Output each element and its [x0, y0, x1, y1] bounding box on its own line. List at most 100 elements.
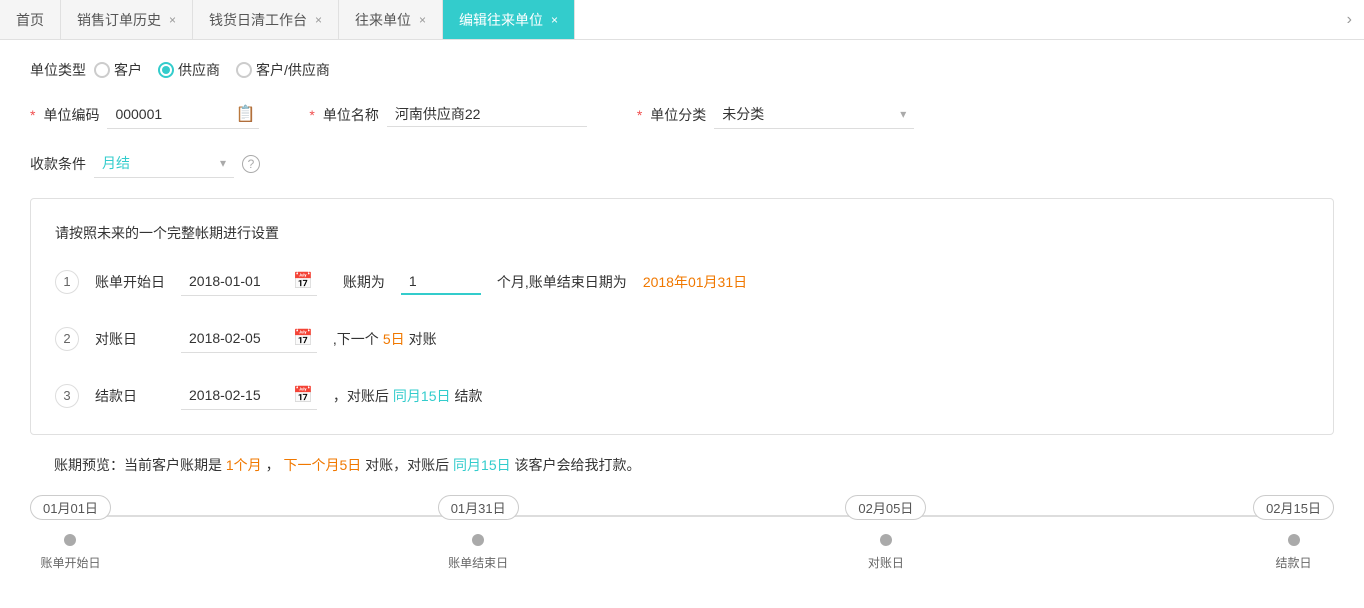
preview-sep2: 对账，对账后 — [365, 457, 449, 473]
calendar-icon-3[interactable]: 📅 — [293, 385, 313, 405]
calendar-icon-2[interactable]: 📅 — [293, 328, 313, 348]
setting-desc-3: ，对账后 同月15日 结款 — [333, 386, 483, 406]
timeline-tag-0: 01月01日 — [30, 495, 111, 520]
unit-info-row: * 单位编码 📋 * 单位名称 * 单位分类 未分类 ▾ — [30, 100, 1334, 129]
payment-condition-dropdown[interactable]: 月结 ▾ — [94, 149, 234, 178]
unit-category-required: * — [637, 107, 642, 123]
settings-title: 请按照未来的一个完整帐期进行设置 — [55, 223, 1309, 243]
timeline-node-1: 01月31日 账单结束日 — [438, 495, 519, 571]
tab-edit-partner-label: 编辑往来单位 — [459, 10, 543, 30]
tab-sales-history-close[interactable]: × — [169, 13, 176, 27]
date-input-2[interactable] — [189, 330, 289, 346]
timeline: 01月01日 账单开始日 01月31日 账单结束日 02月05日 对账日 02月… — [30, 495, 1334, 575]
setting-number-2: 2 — [55, 327, 79, 351]
unit-type-radio-group: 客户 供应商 客户/供应商 — [94, 60, 330, 80]
timeline-sublabel-1: 账单结束日 — [448, 554, 508, 571]
desc2-prefix: ,下一个 — [333, 329, 379, 349]
date-input-3[interactable] — [189, 387, 289, 403]
radio-both-circle — [236, 62, 252, 78]
unit-code-input[interactable] — [115, 106, 235, 122]
tab-home-label: 首页 — [16, 10, 44, 30]
setting-row-3: 3 结款日 📅 ，对账后 同月15日 结款 — [55, 381, 1309, 410]
radio-customer[interactable]: 客户 — [94, 60, 142, 80]
timeline-dot-1 — [472, 534, 484, 546]
unit-category-label: 单位分类 — [650, 105, 706, 125]
unit-name-field: * 单位名称 — [309, 102, 586, 127]
unit-name-required: * — [309, 107, 314, 123]
tab-cash-workbench-label: 钱货日清工作台 — [209, 10, 307, 30]
period-end-date: 2018年01月31日 — [643, 272, 747, 292]
date-input-wrap-3: 📅 — [181, 381, 317, 410]
setting-row-1: 1 账单开始日 📅 账期为 个月,账单结束日期为 2018年01月31日 — [55, 267, 1309, 296]
setting-row-2: 2 对账日 📅 ,下一个 5日 对账 — [55, 324, 1309, 353]
radio-supplier-label: 供应商 — [178, 60, 220, 80]
payment-condition-field: 收款条件 月结 ▾ ? — [30, 149, 260, 178]
payment-condition-row: 收款条件 月结 ▾ ? — [30, 149, 1334, 178]
radio-both[interactable]: 客户/供应商 — [236, 60, 330, 80]
payment-chevron-down-icon: ▾ — [220, 156, 226, 170]
unit-category-value: 未分类 — [722, 104, 894, 124]
unit-category-field: * 单位分类 未分类 ▾ — [637, 100, 914, 129]
timeline-tag-3: 02月15日 — [1253, 495, 1334, 520]
date-input-wrap-2: 📅 — [181, 324, 317, 353]
timeline-sublabel-2: 对账日 — [868, 554, 904, 571]
setting-label-3: 结款日 — [95, 386, 165, 406]
desc3-highlight: 同月15日 — [393, 386, 451, 406]
unit-code-field: * 单位编码 📋 — [30, 100, 259, 129]
period-label: 账期为 — [343, 272, 385, 292]
tab-home[interactable]: 首页 — [0, 0, 61, 39]
radio-customer-label: 客户 — [114, 60, 142, 80]
unit-category-dropdown[interactable]: 未分类 ▾ — [714, 100, 914, 129]
tab-partners[interactable]: 往来单位 × — [339, 0, 443, 39]
desc2-highlight: 5日 — [383, 329, 405, 349]
unit-type-label: 单位类型 — [30, 60, 86, 80]
radio-supplier-circle — [158, 62, 174, 78]
timeline-dot-3 — [1288, 534, 1300, 546]
desc3-suffix: 结款 — [455, 386, 483, 406]
category-chevron-down-icon: ▾ — [900, 107, 906, 121]
desc3-prefix: ，对账后 — [333, 386, 389, 406]
timeline-sublabel-0: 账单开始日 — [40, 554, 100, 571]
preview-section: 账期预览：当前客户账期是 1个月 ， 下一个月5日 对账，对账后 同月15日 该… — [30, 455, 1334, 575]
tab-edit-partner-close[interactable]: × — [551, 13, 558, 27]
tab-edit-partner[interactable]: 编辑往来单位 × — [443, 0, 575, 39]
unit-code-icon[interactable]: 📋 — [235, 104, 255, 124]
timeline-node-3: 02月15日 结款日 — [1253, 495, 1334, 571]
period-unit-text: 个月,账单结束日期为 — [497, 272, 627, 292]
preview-part2: 下一个月5日 — [283, 457, 361, 473]
tab-sales-history-label: 销售订单历史 — [77, 10, 161, 30]
tab-more-button[interactable]: › — [1335, 0, 1364, 39]
setting-label-2: 对账日 — [95, 329, 165, 349]
unit-type-field: 单位类型 客户 供应商 客户/供应商 — [30, 60, 330, 80]
settings-box: 请按照未来的一个完整帐期进行设置 1 账单开始日 📅 账期为 个月,账单结束日期… — [30, 198, 1334, 435]
radio-supplier[interactable]: 供应商 — [158, 60, 220, 80]
calendar-icon-1[interactable]: 📅 — [293, 271, 313, 291]
desc2-suffix: 对账 — [409, 329, 437, 349]
date-input-1[interactable] — [189, 273, 289, 289]
unit-type-row: 单位类型 客户 供应商 客户/供应商 — [30, 60, 1334, 80]
tab-cash-workbench-close[interactable]: × — [315, 13, 322, 27]
preview-sep1: ， — [266, 457, 280, 473]
timeline-sublabel-3: 结款日 — [1276, 554, 1312, 571]
timeline-nodes: 01月01日 账单开始日 01月31日 账单结束日 02月05日 对账日 02月… — [30, 495, 1334, 571]
tab-cash-workbench[interactable]: 钱货日清工作台 × — [193, 0, 339, 39]
help-icon[interactable]: ? — [242, 155, 260, 173]
tab-sales-history[interactable]: 销售订单历史 × — [61, 0, 193, 39]
setting-desc-2: ,下一个 5日 对账 — [333, 329, 437, 349]
preview-suffix: 该客户会给我打款。 — [515, 457, 641, 473]
setting-number-1: 1 — [55, 270, 79, 294]
preview-text: 账期预览：当前客户账期是 1个月 ， 下一个月5日 对账，对账后 同月15日 该… — [30, 455, 1334, 475]
preview-part1: 1个月 — [226, 457, 262, 473]
unit-code-label: 单位编码 — [43, 105, 99, 125]
unit-name-label: 单位名称 — [323, 105, 379, 125]
tab-partners-label: 往来单位 — [355, 10, 411, 30]
timeline-node-2: 02月05日 对账日 — [845, 495, 926, 571]
unit-name-input[interactable] — [387, 102, 587, 127]
payment-condition-value: 月结 — [102, 153, 214, 173]
preview-prefix: 账期预览：当前客户账期是 — [54, 457, 222, 473]
radio-both-label: 客户/供应商 — [256, 60, 330, 80]
timeline-dot-0 — [64, 534, 76, 546]
timeline-tag-1: 01月31日 — [438, 495, 519, 520]
tab-partners-close[interactable]: × — [419, 13, 426, 27]
period-value-input[interactable] — [401, 269, 481, 295]
